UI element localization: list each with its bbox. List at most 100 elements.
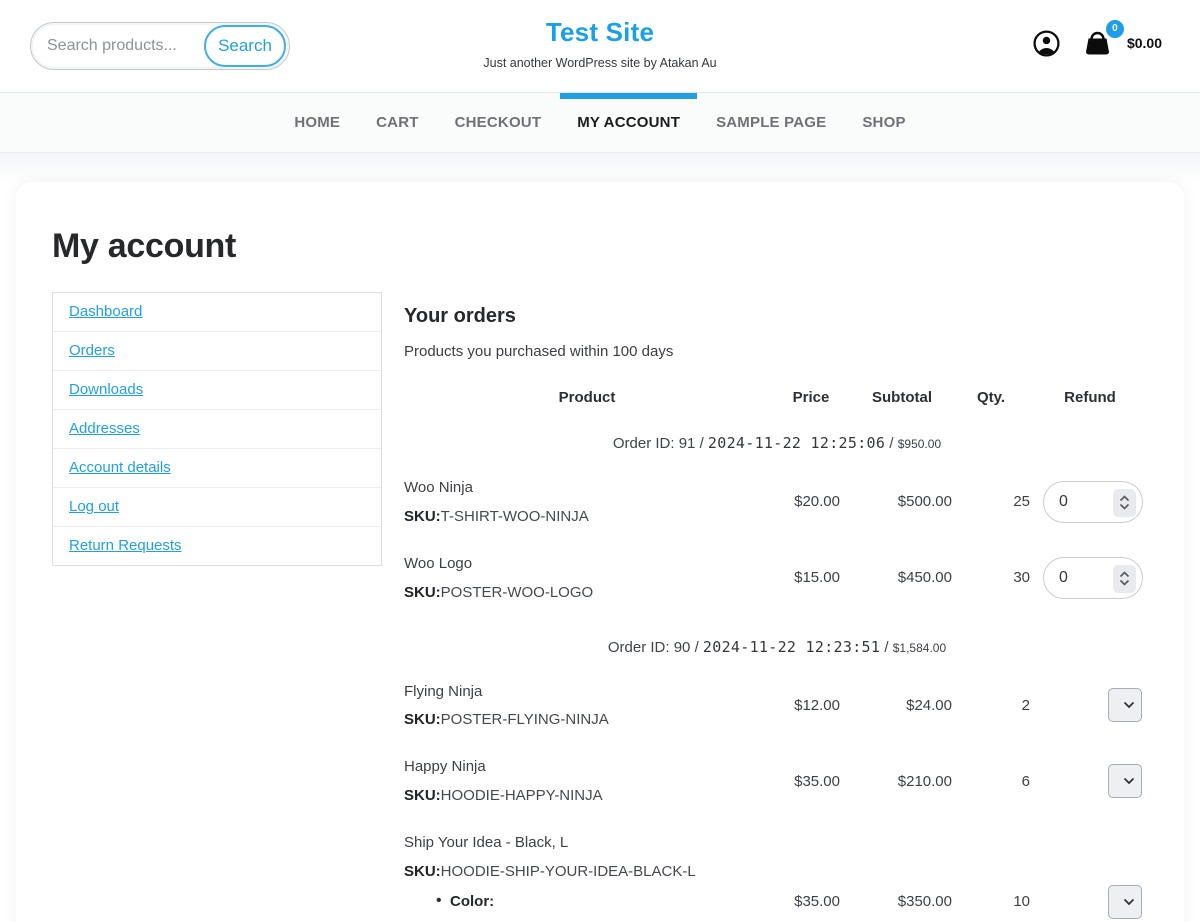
number-stepper[interactable] [1113,564,1136,593]
attribute-label: Color: [450,892,495,910]
nav-item-home[interactable]: HOME [294,93,340,152]
order-datetime: 2024-11-22 12:23:51 [702,637,881,656]
sidebar-link-orders[interactable]: Orders [53,332,381,370]
sidebar-item-account-details: Account details [53,449,381,488]
order-group-header: Order ID: 91 / 2024-11-22 12:25:06 / $95… [404,412,1150,464]
order-total: $950.00 [897,437,942,451]
col-header-subtotal: Subtotal [872,389,932,406]
page: Search Test Site Just another WordPress … [0,0,1200,922]
separator: / [889,435,894,452]
order-item-row: Ship Your Idea - Black, L SKU:HOODIE-SHI… [404,819,1150,922]
number-stepper[interactable] [1113,488,1136,517]
refund-quantity-field [1043,480,1143,523]
refund-quantity-select[interactable] [1108,764,1142,799]
primary-nav: HOME CART CHECKOUT MY ACCOUNT SAMPLE PAG… [0,92,1200,153]
qty-cell: 6 [1021,772,1030,790]
sidebar-link-log-out[interactable]: Log out [53,488,381,526]
subtotal-cell: $210.00 [897,772,952,790]
orders-title: Your orders [404,305,516,327]
nav-item-checkout[interactable]: CHECKOUT [455,93,542,152]
variation-attributes: Color: Black Size: [404,892,770,922]
site-tagline: Just another WordPress site by Atakan Au [483,56,717,70]
sku-label: SKU: [404,507,441,525]
col-header-qty: Qty. [976,389,1006,406]
nav-item-cart[interactable]: CART [376,93,418,152]
sidebar-link-return-requests[interactable]: Return Requests [53,527,381,565]
order-id-label: Order ID: 91 / [612,435,704,452]
price-cell: $35.00 [794,772,840,790]
orders-subtitle: Products you purchased within 100 days [404,343,674,360]
qty-cell: 10 [1013,893,1030,911]
product-name: Ship Your Idea - Black, L [404,834,569,851]
col-header-product: Product [558,389,616,406]
order-group-91: Order ID: 91 / 2024-11-22 12:25:06 / $95… [404,412,1150,464]
sku-value: HOODIE-HAPPY-NINJA [440,787,603,804]
refund-cell [1030,556,1150,599]
qty-cell: 2 [1021,696,1030,714]
nav-item-sample-page[interactable]: SAMPLE PAGE [716,93,826,152]
refund-quantity-select[interactable] [1108,688,1142,723]
sidebar-item-downloads: Downloads [53,371,381,410]
attribute-color: Color: Black [436,892,770,922]
product-name: Woo Logo [404,554,473,572]
sku-value: POSTER-WOO-LOGO [440,583,594,601]
sidebar-item-dashboard: Dashboard [53,293,381,332]
col-header-price: Price [792,389,830,406]
order-item-row: Flying Ninja SKU:POSTER-FLYING-NINJA $12… [404,668,1150,744]
order-datetime: 2024-11-22 12:25:06 [707,434,886,452]
separator: / [884,638,889,656]
sidebar-link-dashboard[interactable]: Dashboard [53,293,381,331]
sidebar-item-addresses: Addresses [53,410,381,449]
sku-label: SKU: [404,862,441,880]
nav-item-my-account[interactable]: MY ACCOUNT [560,93,697,152]
sku-label: SKU: [404,711,441,729]
refund-cell [1030,764,1150,799]
sidebar-link-downloads[interactable]: Downloads [53,371,381,409]
product-sku: SKU:HOODIE-SHIP-YOUR-IDEA-BLACK-L [404,863,770,880]
refund-quantity-select[interactable] [1108,884,1142,919]
account-sidebar: Dashboard Orders Downloads Addresses Acc… [52,292,382,566]
product-sku: SKU:T-SHIRT-WOO-NINJA [404,508,770,525]
cart-widget[interactable]: 0 $0.00 [1082,20,1162,57]
sidebar-item-orders: Orders [53,332,381,371]
price-cell: $12.00 [794,696,840,714]
product-name: Woo Ninja [404,479,473,496]
product-cell: Flying Ninja SKU:POSTER-FLYING-NINJA [404,679,770,733]
product-name: Happy Ninja [404,758,486,776]
orders-table: Product Price Subtotal Qty. Refund Order… [404,381,1150,922]
sku-value: HOODIE-SHIP-YOUR-IDEA-BLACK-L [440,862,696,880]
my-account-card: My account Dashboard Orders Downloads Ad… [16,182,1184,922]
header-actions: 0 $0.00 [1033,20,1162,57]
product-sku: SKU:HOODIE-HAPPY-NINJA [404,787,770,804]
sidebar-item-return-requests: Return Requests [53,527,381,565]
nav-item-shop[interactable]: SHOP [862,93,905,152]
refund-quantity-input[interactable] [1044,568,1099,587]
page-title: My account [52,227,237,265]
site-branding: Test Site Just another WordPress site by… [0,17,1200,70]
your-orders-section: Your orders Products you purchased withi… [404,292,1150,922]
sku-value: POSTER-FLYING-NINJA [440,711,609,729]
sidebar-link-addresses[interactable]: Addresses [53,410,381,448]
refund-cell [1030,688,1150,723]
refund-cell [1030,884,1150,919]
qty-cell: 30 [1013,569,1030,587]
sidebar-item-log-out: Log out [53,488,381,527]
table-header-row: Product Price Subtotal Qty. Refund [404,381,1150,412]
col-header-refund: Refund [1064,389,1116,406]
sku-label: SKU: [404,583,441,601]
site-title-link[interactable]: Test Site [546,17,654,48]
price-cell: $20.00 [794,493,840,511]
product-cell: Woo Ninja SKU:T-SHIRT-WOO-NINJA [404,475,770,529]
refund-quantity-input[interactable] [1044,492,1099,511]
product-cell: Woo Logo SKU:POSTER-WOO-LOGO [404,551,770,605]
order-item-row: Woo Logo SKU:POSTER-WOO-LOGO $15.00 $450… [404,540,1150,616]
order-id-label: Order ID: 90 / [607,638,699,656]
subtotal-cell: $350.00 [897,893,952,911]
order-group-90: Order ID: 90 / 2024-11-22 12:23:51 / $1,… [404,616,1150,668]
handbag-icon: 0 [1082,20,1124,57]
product-cell: Ship Your Idea - Black, L SKU:HOODIE-SHI… [404,830,770,922]
sidebar-link-account-details[interactable]: Account details [53,449,381,487]
account-icon[interactable] [1033,29,1060,57]
subtotal-cell: $450.00 [897,569,952,587]
subtotal-cell: $24.00 [906,696,952,714]
